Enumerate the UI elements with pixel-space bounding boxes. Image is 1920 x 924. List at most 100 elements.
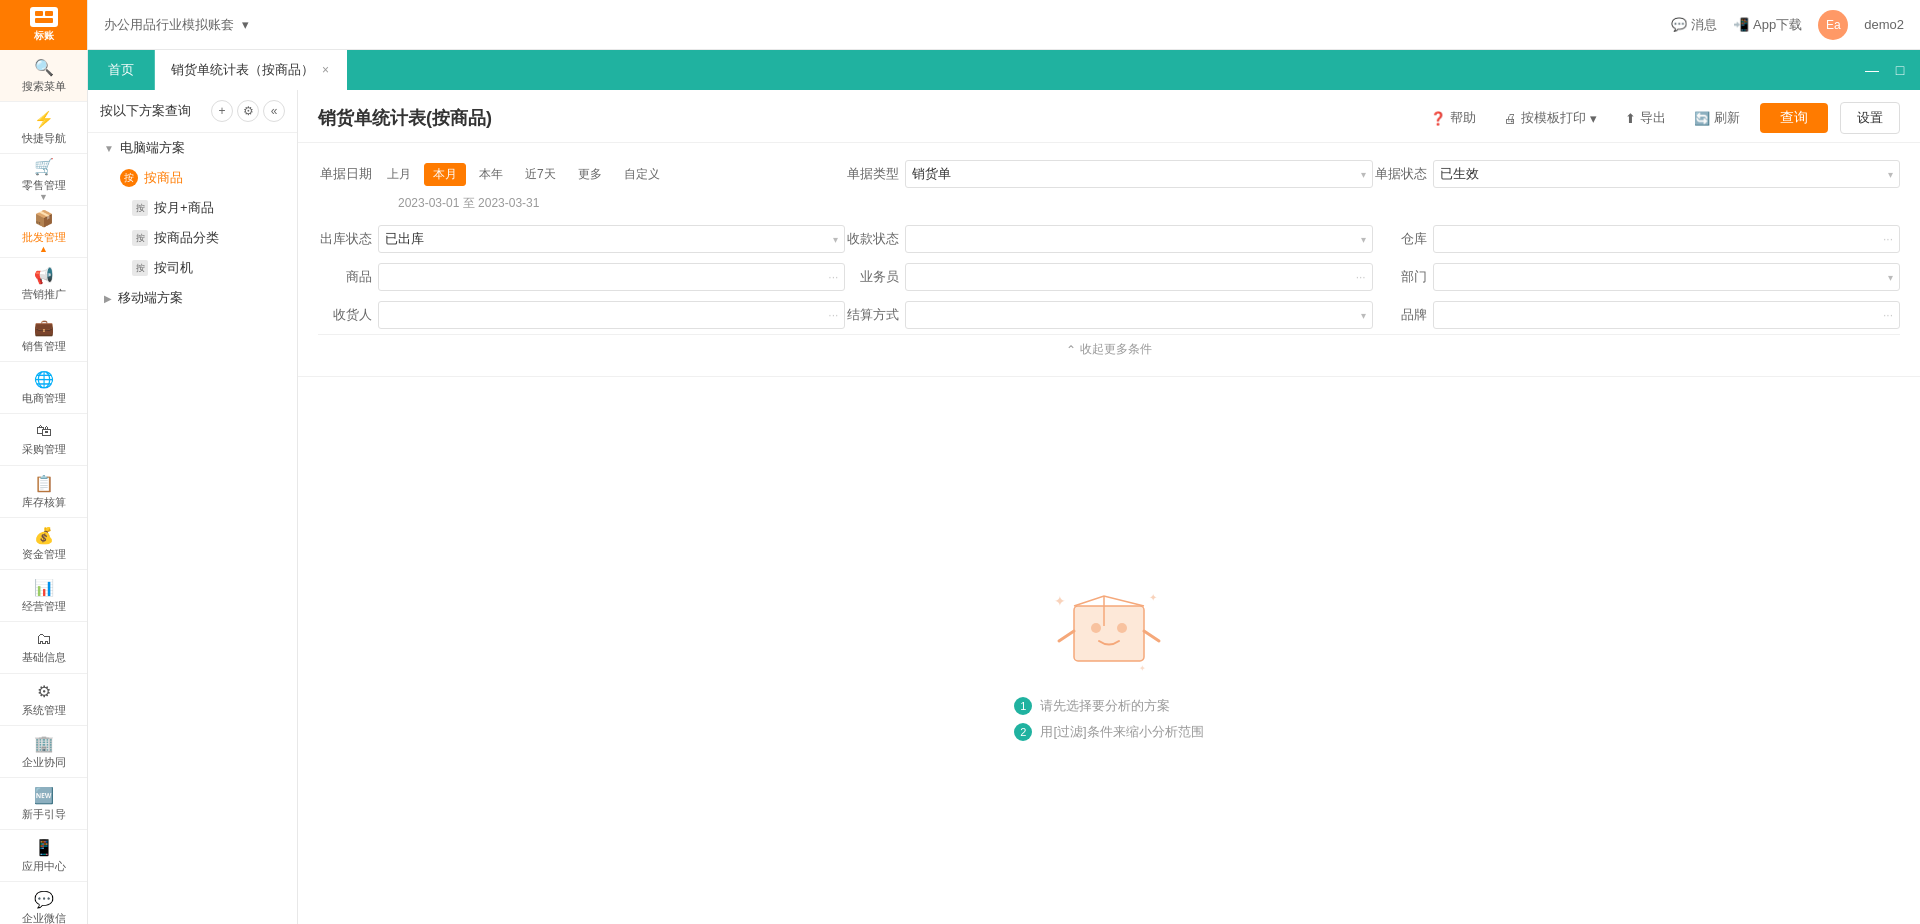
topbar-dropdown[interactable]: ▾ (242, 17, 249, 32)
app-download-btn[interactable]: 📲 App下载 (1733, 16, 1802, 34)
message-btn[interactable]: 💬 消息 (1671, 16, 1717, 34)
sidebar-item-basic[interactable]: 🗂 基础信息 (0, 622, 87, 674)
empty-step-2: 2 用[过滤]条件来缩小分析范围 (1014, 723, 1203, 741)
sidebar-label-marketing: 营销推广 (22, 288, 66, 301)
sub-node-label-3: 按司机 (154, 259, 193, 277)
quick-nav-icon: ⚡ (34, 110, 54, 129)
minimize-icon: — (1865, 62, 1879, 78)
sidebar-item-guide[interactable]: 🆕 新手引导 (0, 778, 87, 830)
tab-home[interactable]: 首页 (88, 50, 155, 90)
operations-icon: 📊 (34, 578, 54, 597)
payment-method-select[interactable]: ▾ (905, 301, 1372, 329)
svg-text:✦: ✦ (1139, 664, 1146, 673)
bill-type-label: 单据类型 (845, 165, 905, 183)
sidebar-item-system[interactable]: ⚙ 系统管理 (0, 674, 87, 726)
collection-status-select[interactable]: ▾ (905, 225, 1372, 253)
brand-input[interactable]: ··· (1433, 301, 1900, 329)
search-icon: 🔍 (34, 58, 54, 77)
bill-type-cell: 单据类型 销货单 ▾ (845, 155, 1372, 193)
collapse-scheme-btn[interactable]: « (263, 100, 285, 122)
more-btn[interactable]: 更多 (569, 163, 611, 186)
salesperson-input[interactable]: ··· (905, 263, 1372, 291)
settings-btn[interactable]: 设置 (1840, 102, 1900, 134)
export-btn[interactable]: ⬆ 导出 (1617, 105, 1674, 131)
department-arrow: ▾ (1888, 272, 1893, 283)
receiver-input[interactable]: ··· (378, 301, 845, 329)
print-icon: 🖨 (1504, 111, 1517, 126)
print-btn[interactable]: 🖨 按模板打印 ▾ (1496, 105, 1605, 131)
filter-area: 单据日期 上月 本月 本年 近7天 更多 自定义 (298, 143, 1920, 377)
settings-scheme-btn[interactable]: ⚙ (237, 100, 259, 122)
warehouse-label: 仓库 (1373, 230, 1433, 248)
tree-node-by-category[interactable]: 按 按商品分类 (88, 223, 297, 253)
bill-status-select[interactable]: 已生效 ▾ (1433, 160, 1900, 188)
sidebar-item-sales[interactable]: 💼 销售管理 (0, 310, 87, 362)
goods-input[interactable]: ··· (378, 263, 845, 291)
app-logo[interactable]: 标账 (0, 0, 87, 50)
bill-type-select[interactable]: 销货单 ▾ (905, 160, 1372, 188)
refresh-icon: 🔄 (1694, 111, 1710, 126)
user-avatar[interactable]: Ea (1818, 10, 1848, 40)
sidebar-label-enterprise: 企业协同 (22, 756, 66, 769)
payment-method-label: 结算方式 (845, 306, 905, 324)
topbar-left: 办公用品行业模拟账套 ▾ (104, 16, 249, 34)
maximize-icon: □ (1896, 62, 1904, 78)
refresh-label: 刷新 (1714, 109, 1740, 127)
sidebar-item-appstore[interactable]: 📱 应用中心 (0, 830, 87, 882)
bill-status-label: 单据状态 (1373, 165, 1433, 183)
empty-illustration: ✦ ✦ ✦ (1049, 561, 1169, 681)
add-scheme-btn[interactable]: + (211, 100, 233, 122)
sidebar-item-wechat[interactable]: 💬 企业微信 (0, 882, 87, 924)
sidebar-item-purchase[interactable]: 🛍 采购管理 (0, 414, 87, 466)
custom-btn[interactable]: 自定义 (615, 163, 669, 186)
step-label-1: 请先选择要分析的方案 (1040, 697, 1170, 715)
tree-node-by-month-goods[interactable]: 按 按月+商品 (88, 193, 297, 223)
sidebar-item-operations[interactable]: 📊 经营管理 (0, 570, 87, 622)
svg-text:✦: ✦ (1149, 592, 1157, 603)
this-year-btn[interactable]: 本年 (470, 163, 512, 186)
out-status-cell: 出库状态 已出库 ▾ (318, 220, 845, 258)
basic-icon: 🗂 (36, 630, 52, 648)
last-month-btn[interactable]: 上月 (378, 163, 420, 186)
page-title: 销货单统计表(按商品) (318, 106, 492, 130)
sidebar-item-retail[interactable]: 🛒 零售管理 ▼ (0, 154, 87, 206)
sidebar-item-ecommerce[interactable]: 🌐 电商管理 (0, 362, 87, 414)
svg-rect-0 (35, 11, 43, 16)
bill-type-arrow: ▾ (1361, 169, 1366, 180)
this-month-btn[interactable]: 本月 (424, 163, 466, 186)
svg-text:✦: ✦ (1054, 593, 1066, 609)
out-status-select[interactable]: 已出库 ▾ (378, 225, 845, 253)
department-select[interactable]: ▾ (1433, 263, 1900, 291)
pc-section-chevron: ▼ (104, 143, 114, 154)
tree-node-by-goods[interactable]: 按 按商品 (88, 163, 297, 193)
sidebar-item-enterprise[interactable]: 🏢 企业协同 (0, 726, 87, 778)
refresh-btn[interactable]: 🔄 刷新 (1686, 105, 1748, 131)
mobile-section-label: 移动端方案 (118, 289, 183, 307)
sidebar-item-wholesale[interactable]: 📦 批发管理 ▲ (0, 206, 87, 258)
tab-active[interactable]: 销货单统计表（按商品） × (155, 50, 347, 90)
sidebar-item-marketing[interactable]: 📢 营销推广 (0, 258, 87, 310)
last7days-btn[interactable]: 近7天 (516, 163, 565, 186)
salesperson-cell: 业务员 ··· (845, 258, 1372, 296)
sidebar-item-finance[interactable]: 💰 资金管理 (0, 518, 87, 570)
sidebar-item-inventory[interactable]: 📋 库存核算 (0, 466, 87, 518)
collection-status-cell: 收款状态 ▾ (845, 220, 1372, 258)
sidebar-item-search[interactable]: 🔍 搜索菜单 (0, 50, 87, 102)
tab-close-btn[interactable]: × (320, 61, 331, 79)
collapse-bar[interactable]: ⌃ 收起更多条件 (318, 334, 1900, 364)
query-btn[interactable]: 查询 (1760, 103, 1828, 133)
finance-icon: 💰 (34, 526, 54, 545)
tree-section-pc[interactable]: ▼ 电脑端方案 (88, 133, 297, 163)
tree-section-mobile[interactable]: ▶ 移动端方案 (88, 283, 297, 313)
filter-row-3: 商品 ··· 业务员 ··· 部门 (318, 258, 1900, 296)
wholesale-icon: 📦 (34, 209, 54, 228)
tab-minimize-btn[interactable]: — (1860, 58, 1884, 82)
receiver-label: 收货人 (318, 306, 378, 324)
help-btn[interactable]: ❓ 帮助 (1422, 105, 1484, 131)
tab-maximize-btn[interactable]: □ (1888, 58, 1912, 82)
step-label-2: 用[过滤]条件来缩小分析范围 (1040, 723, 1203, 741)
sidebar-item-quick-nav[interactable]: ⚡ 快捷导航 (0, 102, 87, 154)
tree-node-by-driver[interactable]: 按 按司机 (88, 253, 297, 283)
warehouse-input[interactable]: ··· (1433, 225, 1900, 253)
inventory-icon: 📋 (34, 474, 54, 493)
